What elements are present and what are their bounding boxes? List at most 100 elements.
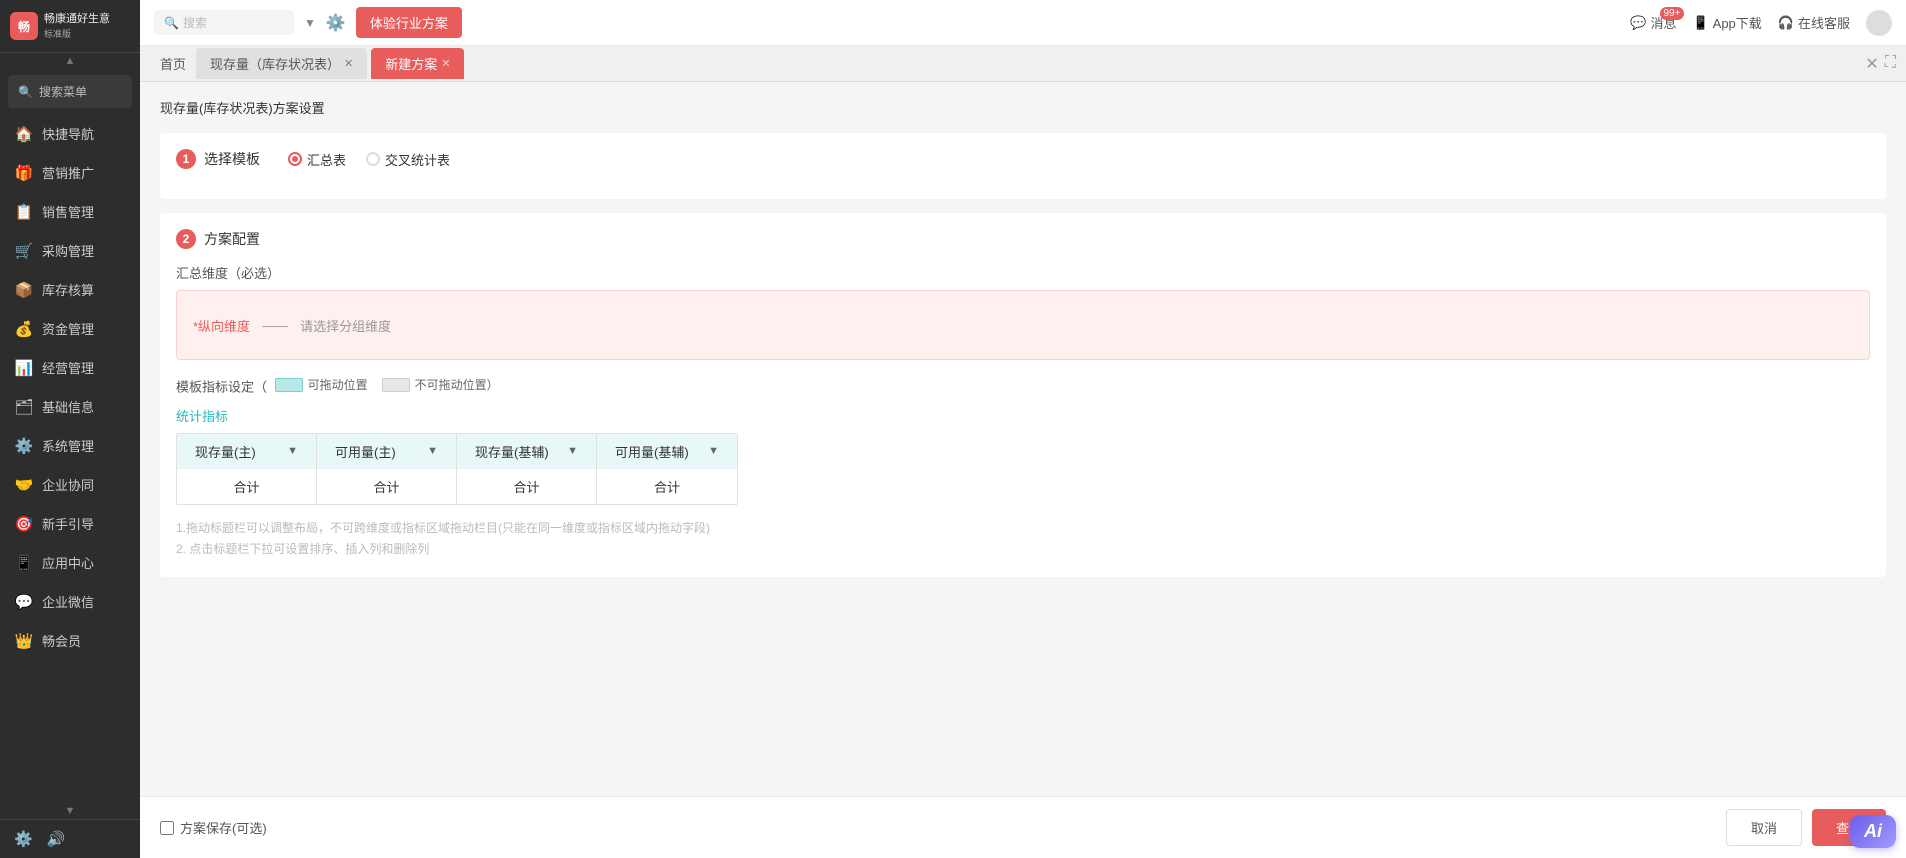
stats-header-stock-aux[interactable]: 现存量(基辅) ▼ [457,434,597,469]
sidebar-item-purchase[interactable]: 🛒 采购管理 [0,231,140,270]
expand-panel-icon[interactable]: ⛶ [1885,54,1896,74]
stock-aux-chevron[interactable]: ▼ [567,445,578,457]
save-checkbox[interactable] [160,821,174,835]
close-panel-icon[interactable]: ✕ [1865,54,1878,74]
sidebar-scroll-up[interactable]: ▲ [0,53,140,69]
step2-header: 2 方案配置 [176,229,1870,249]
sidebar-item-sales[interactable]: 📋 销售管理 [0,192,140,231]
topbar: 🔍 搜索 ▼ ⚙️ 体验行业方案 💬 消息 99+ 📱 App下载 🎧 在线客服 [140,0,1906,46]
app-center-icon: 📱 [14,554,34,572]
cooperation-icon: 🤝 [14,476,34,494]
sidebar-item-operations[interactable]: 📊 经营管理 [0,348,140,387]
logo-icon: 畅 [10,12,38,40]
stats-body-stock-aux: 合计 [457,469,597,504]
user-avatar[interactable] [1866,10,1892,36]
sidebar-nav: 🔍 搜索菜单 🏠 快捷导航 🎁 营销推广 📋 销售管理 🛒 采购管理 📦 库存核… [0,69,140,803]
system-icon: ⚙️ [14,437,34,455]
purchase-icon: 🛒 [14,242,34,260]
finance-icon: 💰 [14,320,34,338]
stats-header-stock-main[interactable]: 现存量(主) ▼ [177,434,317,469]
tab-inventory-close-icon[interactable]: ✕ [344,57,353,70]
tab-home[interactable]: 首页 [150,48,196,79]
stock-main-label: 现存量(主) [195,442,256,461]
sidebar-search[interactable]: 🔍 搜索菜单 [8,75,132,108]
message-button[interactable]: 💬 消息 99+ [1630,13,1676,32]
step1-section: 1 选择模板 汇总表 交叉统计表 [160,133,1886,199]
phone-icon: 📱 [1692,15,1708,31]
stats-body-available-aux: 合计 [597,469,737,504]
sidebar-item-quick-nav[interactable]: 🏠 快捷导航 [0,114,140,153]
industry-plan-button[interactable]: 体验行业方案 [356,7,462,38]
message-badge: 99+ [1660,7,1685,20]
tab-inventory-label: 现存量（库存状况表） [210,54,340,73]
available-aux-label: 可用量(基辅) [615,442,689,461]
sidebar-item-label: 系统管理 [42,436,94,455]
radio-cross[interactable]: 交叉统计表 [366,150,450,169]
topbar-dropdown[interactable]: ▼ [304,16,316,30]
stats-table: 现存量(主) ▼ 可用量(主) ▼ 现存量(基辅) ▼ 可用量(基辅) [176,433,738,505]
dropdown-label: ▼ [304,16,316,30]
main-area: 🔍 搜索 ▼ ⚙️ 体验行业方案 💬 消息 99+ 📱 App下载 🎧 在线客服 [140,0,1906,858]
sidebar-item-new-guide[interactable]: 🎯 新手引导 [0,504,140,543]
indicator-legend: 可拖动位置 不可拖动位置） [275,376,499,393]
available-main-label: 可用量(主) [335,442,396,461]
tab-inventory-status[interactable]: 现存量（库存状况表） ✕ [196,48,367,79]
topbar-search[interactable]: 🔍 搜索 [154,10,294,35]
panel-controls: ✕ ⛶ [1865,54,1896,74]
tab-new-plan-close-icon[interactable]: ✕ [441,57,450,70]
sidebar-item-system[interactable]: ⚙️ 系统管理 [0,426,140,465]
sidebar-scroll-down[interactable]: ▼ [0,803,140,819]
legend-non-draggable: 不可拖动位置） [382,376,499,393]
customer-service-button[interactable]: 🎧 在线客服 [1778,13,1850,32]
stock-main-chevron[interactable]: ▼ [287,445,298,457]
available-main-chevron[interactable]: ▼ [427,445,438,457]
cancel-button[interactable]: 取消 [1726,809,1802,846]
radio-summary-dot [288,152,302,166]
dimension-area[interactable]: *纵向维度 —— 请选择分组维度 [176,290,1870,360]
stats-header-available-aux[interactable]: 可用量(基辅) ▼ [597,434,737,469]
tips-section: 1.拖动标题栏可以调整布局，不可跨维度或指标区域拖动栏目(只能在同一维度或指标区… [176,519,1870,557]
step2-number: 2 [176,229,196,249]
indicator-section: 模板指标设定（ 可拖动位置 不可拖动位置） 统计指标 [176,376,1870,505]
sidebar-item-wechat[interactable]: 💬 企业微信 [0,582,140,621]
sidebar-item-label: 企业微信 [42,592,94,611]
message-icon: 💬 [1630,15,1646,31]
sidebar-item-label: 新手引导 [42,514,94,533]
radio-cross-dot [366,152,380,166]
sidebar-item-label: 畅会员 [42,631,81,650]
logo-name: 畅康通好生意 [44,12,110,26]
stats-header-available-main[interactable]: 可用量(主) ▼ [317,434,457,469]
sidebar-item-label: 经营管理 [42,358,94,377]
sidebar-item-label: 采购管理 [42,241,94,260]
sidebar-item-marketing[interactable]: 🎁 营销推广 [0,153,140,192]
speaker-footer-icon[interactable]: 🔊 [47,830,66,848]
stats-body-available-main: 合计 [317,469,457,504]
sidebar-item-finance[interactable]: 💰 资金管理 [0,309,140,348]
page-title: 现存量(库存状况表)方案设置 [160,98,1886,117]
logo-text-block: 畅康通好生意 标准版 [44,12,110,39]
customer-service-label: 在线客服 [1798,13,1850,32]
available-aux-chevron[interactable]: ▼ [708,445,719,457]
marketing-icon: 🎁 [14,164,34,182]
step1-header: 1 选择模板 汇总表 交叉统计表 [176,149,1870,169]
sidebar-item-label: 应用中心 [42,553,94,572]
settings-footer-icon[interactable]: ⚙️ [14,830,33,848]
topbar-gear-icon[interactable]: ⚙️ [326,13,346,33]
sidebar-item-basic-info[interactable]: 🗂 基础信息 [0,387,140,426]
sidebar-item-label: 营销推广 [42,163,94,182]
app-download-button[interactable]: 📱 App下载 [1692,13,1761,32]
tab-bar: 首页 现存量（库存状况表） ✕ 新建方案 ✕ ✕ ⛶ [140,46,1906,82]
radio-summary[interactable]: 汇总表 [288,150,346,169]
step1-number: 1 [176,149,196,169]
sidebar-item-cooperation[interactable]: 🤝 企业协同 [0,465,140,504]
topbar-right: 💬 消息 99+ 📱 App下载 🎧 在线客服 [1630,10,1892,36]
tab-new-plan[interactable]: 新建方案 ✕ [371,48,464,79]
ai-badge[interactable]: Ai [1850,815,1896,848]
sidebar-item-inventory[interactable]: 📦 库存核算 [0,270,140,309]
sidebar-item-label: 销售管理 [42,202,94,221]
non-draggable-label: 不可拖动位置） [415,376,499,393]
save-option: 方案保存(可选) [160,818,267,837]
sidebar-item-app-center[interactable]: 📱 应用中心 [0,543,140,582]
sidebar-item-member[interactable]: 👑 畅会员 [0,621,140,660]
sidebar-search-label: 搜索菜单 [39,83,87,100]
